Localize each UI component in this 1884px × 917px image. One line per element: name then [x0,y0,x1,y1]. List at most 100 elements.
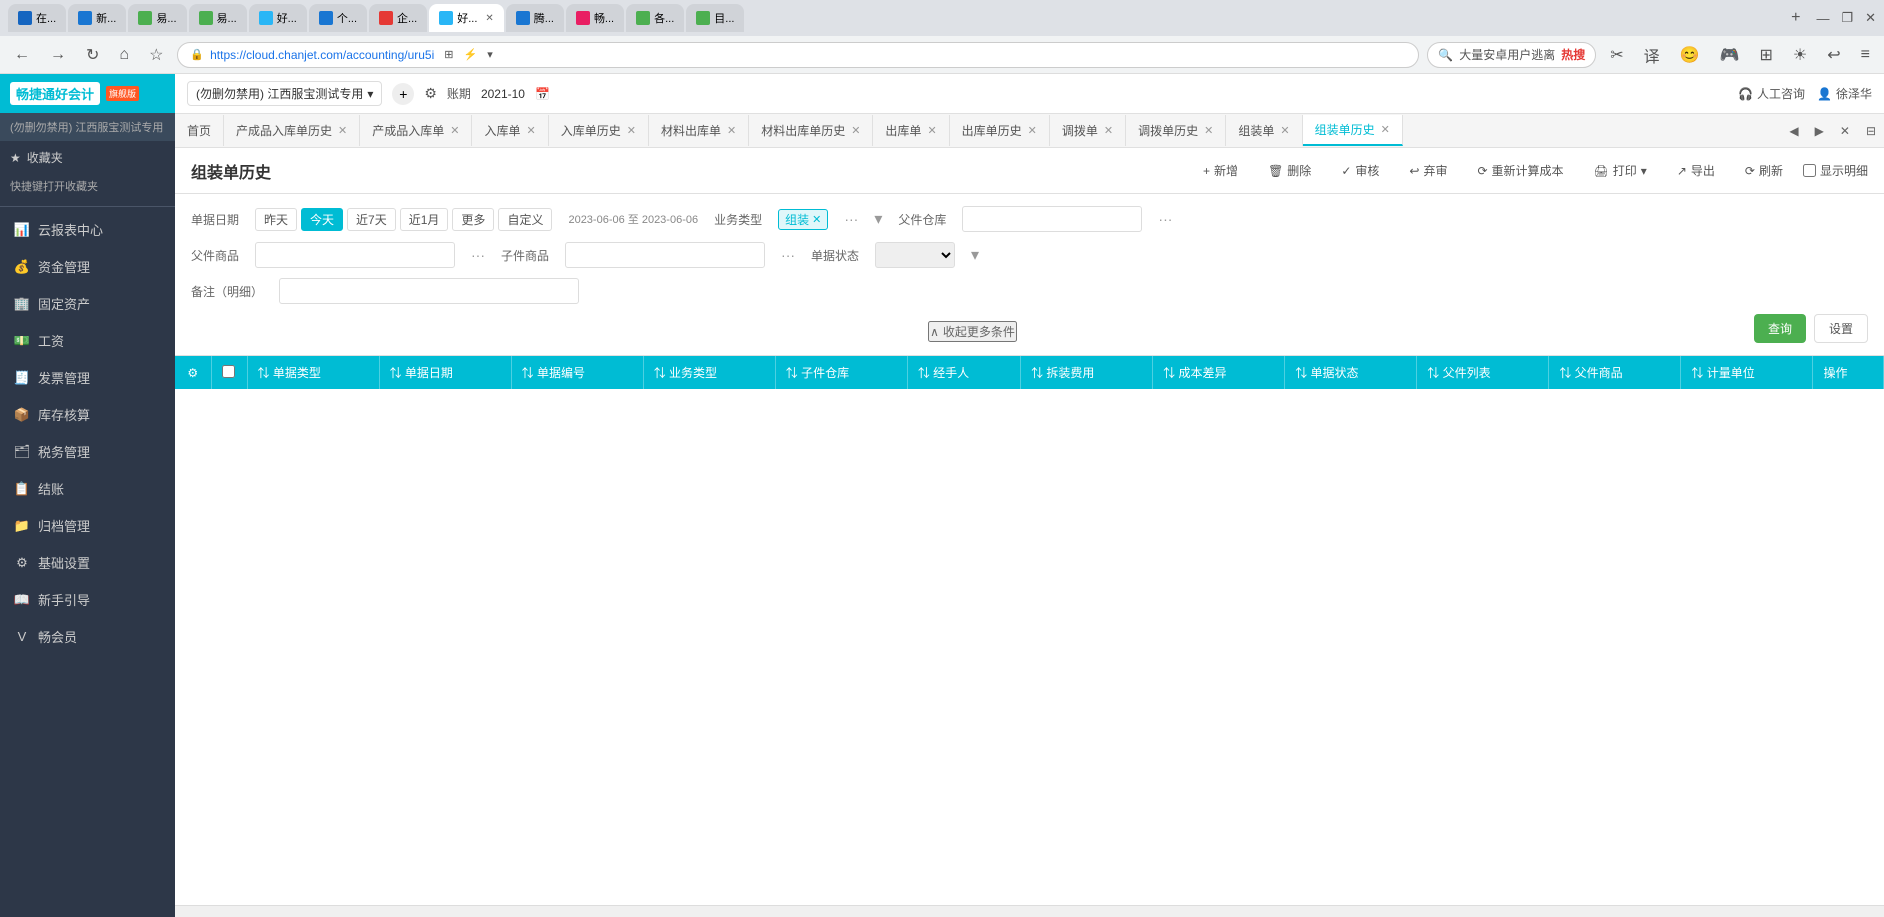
nav-tab-8[interactable]: 出库单历史✕ [950,115,1050,146]
col-doc-no[interactable]: ⇅ 单据编号 [511,356,643,389]
nav-tab-11[interactable]: 组装单✕ [1226,115,1302,146]
query-button[interactable]: 查询 [1754,314,1806,343]
col-unit[interactable]: ⇅ 计量单位 [1681,356,1813,389]
sidebar-item-2[interactable]: 🏢 固定资产 [0,285,175,322]
nav-tab-2[interactable]: 产成品入库单✕ [360,115,472,146]
browser-tab-1[interactable]: 新... [68,4,126,32]
col-child-warehouse[interactable]: ⇅ 子件仓库 [775,356,907,389]
brightness-button[interactable]: ☀ [1787,41,1813,69]
col-doc-date[interactable]: ⇅ 单据日期 [379,356,511,389]
tab-close-6[interactable]: ✕ [851,124,860,137]
col-parent-product[interactable]: ⇅ 父件商品 [1549,356,1681,389]
col-cost-diff[interactable]: ⇅ 成本差异 [1153,356,1285,389]
col-handler[interactable]: ⇅ 经手人 [907,356,1020,389]
close-button[interactable]: ✕ [1865,10,1876,26]
undo-browser-button[interactable]: ↩ [1821,41,1846,69]
sidebar-item-10[interactable]: 📖 新手引导 [0,581,175,618]
browser-tab-2[interactable]: 易... [128,4,186,32]
game-button[interactable]: 🎮 [1714,41,1746,69]
new-tab-button[interactable]: + [1787,9,1804,27]
tabs-close-all[interactable]: ✕ [1832,120,1858,142]
reject-audit-button[interactable]: ↩ 弃审 [1399,158,1457,183]
settings-query-button[interactable]: 设置 [1814,314,1868,343]
bookmark-button[interactable]: ☆ [143,41,169,69]
nav-tab-4[interactable]: 入库单历史✕ [549,115,649,146]
scissors-button[interactable]: ✂ [1604,41,1629,69]
nav-tab-10[interactable]: 调拨单历史✕ [1126,115,1226,146]
nav-tab-6[interactable]: 材料出库单历史✕ [749,115,873,146]
col-disassembly-fee[interactable]: ⇅ 拆装费用 [1021,356,1153,389]
child-product-input[interactable] [565,242,765,268]
sidebar-open-favorites[interactable]: 快捷键打开收藏夹 [0,174,175,202]
browser-tab-11[interactable]: 目... [686,4,744,32]
parent-warehouse-more[interactable]: ··· [1158,211,1172,227]
tab-close-4[interactable]: ✕ [627,124,636,137]
menu-button[interactable]: ≡ [1855,42,1876,68]
col-doc-status[interactable]: ⇅ 单据状态 [1285,356,1417,389]
sidebar-item-5[interactable]: 📦 库存核算 [0,396,175,433]
sidebar-item-11[interactable]: V 畅会员 [0,618,175,655]
print-button[interactable]: 🖨 打印 ▾ [1584,158,1657,183]
nav-tab-7[interactable]: 出库单✕ [873,115,949,146]
note-input[interactable] [279,278,579,304]
maximize-button[interactable]: ❐ [1841,10,1853,26]
status-dropdown[interactable] [875,242,955,268]
home-button[interactable]: ⌂ [113,42,135,68]
audit-button[interactable]: ✓ 审核 [1331,158,1389,183]
browser-tab-9[interactable]: 畅... [566,4,624,32]
show-detail-checkbox-label[interactable]: 显示明细 [1803,162,1868,179]
last1month-btn[interactable]: 近1月 [400,208,449,231]
select-all-checkbox[interactable] [222,365,235,378]
parent-product-input[interactable] [255,242,455,268]
address-bar[interactable]: 🔒 https://cloud.chanjet.com/accounting/u… [177,42,1419,68]
refresh-button[interactable]: ⟳ 刷新 [1735,158,1793,183]
forward-button[interactable]: → [44,42,72,68]
parent-product-more[interactable]: ··· [471,247,485,263]
remove-business-type-tag[interactable]: ✕ [812,213,821,226]
company-selector[interactable]: (勿删勿禁用) 江西服宝测试专用 ▾ [187,81,382,106]
sidebar-item-1[interactable]: 💰 资金管理 [0,248,175,285]
today-btn[interactable]: 今天 [301,208,343,231]
back-button[interactable]: ← [8,42,36,68]
browser-tab-3[interactable]: 易... [189,4,247,32]
tabs-scroll-left[interactable]: ◀ [1781,120,1806,142]
emoji-button[interactable]: 😊 [1674,41,1706,69]
tab-close-2[interactable]: ✕ [450,124,459,137]
export-button[interactable]: ↗ 导出 [1667,158,1725,183]
nav-tab-3[interactable]: 入库单✕ [472,115,548,146]
more-dates-btn[interactable]: 更多 [452,208,494,231]
col-doc-type[interactable]: ⇅ 单据类型 [247,356,379,389]
add-button[interactable]: + 新增 [1193,158,1248,183]
sidebar-item-7[interactable]: 📋 结账 [0,470,175,507]
tab-close-1[interactable]: ✕ [338,124,347,137]
browser-tab-8[interactable]: 腾... [506,4,564,32]
browser-tab-6[interactable]: 企... [369,4,427,32]
recalc-cost-button[interactable]: ⟳ 重新计算成本 [1467,158,1573,183]
show-detail-checkbox[interactable] [1803,164,1816,177]
collapse-btn[interactable]: ∧ 收起更多条件 [928,321,1017,342]
tab-close-11[interactable]: ✕ [1280,124,1289,137]
delete-button[interactable]: 🗑 删除 [1258,158,1321,183]
nav-tab-1[interactable]: 产成品入库单历史✕ [224,115,360,146]
translate-button[interactable]: 译 [1638,39,1666,71]
last7days-btn[interactable]: 近7天 [347,208,396,231]
col-parent-list[interactable]: ⇅ 父件列表 [1417,356,1549,389]
grid-button[interactable]: ⊞ [1754,41,1779,69]
browser-tab-4[interactable]: 好... [249,4,307,32]
sidebar-item-8[interactable]: 📁 归档管理 [0,507,175,544]
child-product-more[interactable]: ··· [781,247,795,263]
tab-close-7[interactable]: ✕ [927,124,936,137]
sidebar-item-3[interactable]: 💵 工资 [0,322,175,359]
search-bar[interactable]: 🔍 大量安卓用户逃离 热搜 [1427,42,1596,68]
parent-warehouse-input[interactable] [962,206,1142,232]
tab-close-9[interactable]: ✕ [1104,124,1113,137]
nav-tab-0[interactable]: 首页 [175,115,224,146]
reload-button[interactable]: ↻ [80,41,105,69]
settings-gear-button[interactable]: ⚙ [424,85,437,102]
tab-close-5[interactable]: ✕ [727,124,736,137]
sidebar-item-9[interactable]: ⚙ 基础设置 [0,544,175,581]
user-profile-button[interactable]: 👤 徐泽华 [1817,85,1872,102]
browser-tab-0[interactable]: 在... [8,4,66,32]
custom-date-btn[interactable]: 自定义 [498,208,552,231]
sidebar-item-6[interactable]: 🗂 税务管理 [0,433,175,470]
